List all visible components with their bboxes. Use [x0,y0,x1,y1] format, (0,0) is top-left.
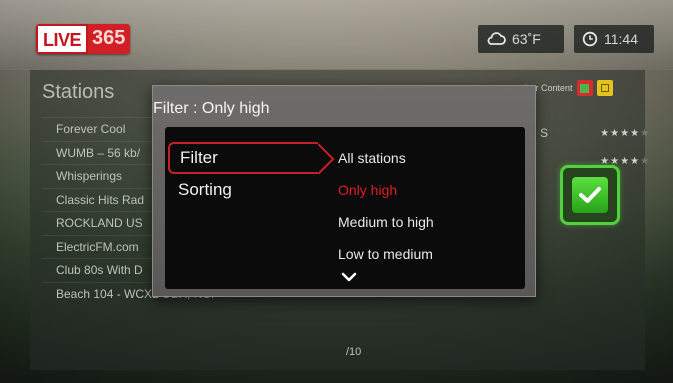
checkmark-icon [572,177,608,213]
stars-empty: ★ [640,127,650,139]
cloud-icon [487,32,506,45]
dialog-body: Filter Sorting All stations Only high Me… [165,127,525,289]
menu-item-label: Sorting [178,180,232,199]
station-name: ElectricFM.com [56,239,139,254]
page-indicator: /10 [346,346,362,358]
station-name: Whisperings [56,169,123,184]
station-name: Forever Cool [56,122,126,137]
station-name: ROCKLAND US [56,216,143,231]
dialog-title: Filter : Only high [153,100,537,118]
filter-dialog: Filter : Only high Filter Sorting All st… [152,85,536,297]
menu-item-sorting[interactable]: Sorting [168,174,328,206]
option-low-to-medium[interactable]: Low to medium [338,238,518,270]
station-name: Classic Hits Rad [56,192,145,207]
station-name: WUMB – 56 kb/ [56,145,141,160]
clock-widget: 11:44 [574,25,654,53]
stars-filled: ★★★★ [600,127,641,139]
station-name: Club 80s With D [56,263,143,278]
green-key-icon [576,80,593,96]
option-only-high[interactable]: Only high [338,174,518,206]
stars-empty: ★ [640,155,650,167]
filter-options: All stations Only high Medium to high Lo… [338,142,518,270]
rating-row: S ★★★★★ [540,119,650,147]
menu-item-label: Filter [180,148,218,167]
clock-icon [582,31,598,47]
confirm-button[interactable] [560,165,620,225]
filter-menu: Filter Sorting [168,142,328,206]
option-all-stations[interactable]: All stations [338,142,518,174]
logo-live-text: LIVE [36,24,89,54]
menu-item-filter[interactable]: Filter [168,142,318,174]
station-name-tail: S [540,126,549,140]
logo-365-text: 365 [88,24,131,54]
dialog-title-text: Filter : Only high [153,100,270,117]
yellow-key-icon [596,80,613,96]
live365-logo: LIVE 365 [36,24,131,54]
temperature-text: 63˚F [512,31,541,47]
time-text: 11:44 [604,31,638,47]
weather-widget: 63˚F [478,25,564,53]
chevron-down-icon[interactable] [341,272,357,282]
option-medium-to-high[interactable]: Medium to high [338,206,518,238]
filter-content-hint: ilter Content [524,80,613,96]
star-rating: ★★★★★ [600,128,650,139]
top-bar: LIVE 365 63˚F 11:44 [0,0,673,70]
page-title: Stations [42,81,115,103]
